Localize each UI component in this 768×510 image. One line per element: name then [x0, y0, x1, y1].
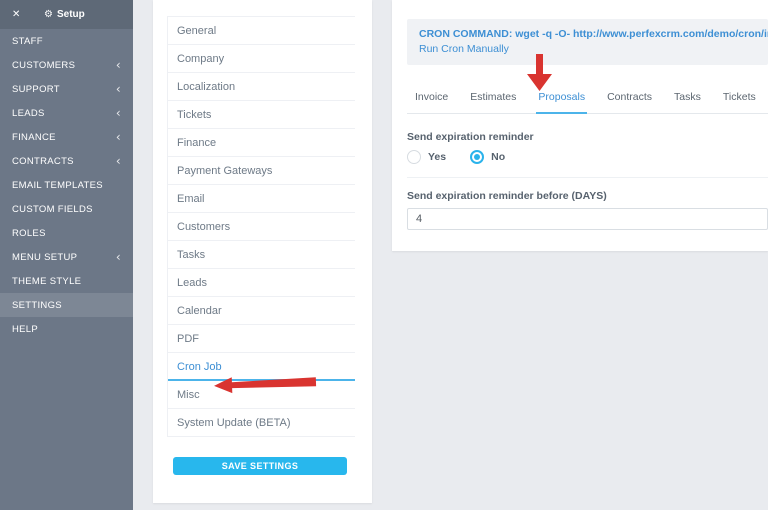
radio-yes-circle[interactable] [407, 150, 421, 164]
expiration-reminder-radio-group: Yes No [407, 150, 768, 164]
sidebar-item-customers[interactable]: CUSTOMERS ‹ [0, 53, 133, 77]
sidebar-item-contracts[interactable]: CONTRACTS ‹ [0, 149, 133, 173]
gear-icon: ⚙ [44, 8, 53, 20]
settings-menu-item-tickets[interactable]: Tickets [168, 101, 355, 129]
sidebar-item-label: CUSTOM FIELDS [12, 203, 93, 215]
cron-tabs: Invoice Estimates Proposals Contracts Ta… [407, 87, 768, 114]
sidebar-item-label: THEME STYLE [12, 275, 82, 287]
settings-menu-list: General Company Localization Tickets Fin… [167, 16, 355, 437]
settings-menu-item-company[interactable]: Company [168, 45, 355, 73]
sidebar-item-label: MENU SETUP [12, 251, 78, 263]
sidebar-item-email-templates[interactable]: EMAIL TEMPLATES [0, 173, 133, 197]
tab-tickets[interactable]: Tickets [721, 87, 758, 113]
tab-invoice[interactable]: Invoice [413, 87, 450, 113]
sidebar-item-label: FINANCE [12, 131, 56, 143]
sidebar-header: ✕ ⚙ Setup [0, 0, 133, 29]
run-cron-manually-link[interactable]: Run Cron Manually [419, 43, 509, 55]
sidebar-item-help[interactable]: HELP [0, 317, 133, 341]
settings-menu-item-calendar[interactable]: Calendar [168, 297, 355, 325]
settings-menu-item-pdf[interactable]: PDF [168, 325, 355, 353]
settings-menu-card: General Company Localization Tickets Fin… [153, 0, 372, 503]
radio-yes-label: Yes [428, 151, 447, 163]
chevron-left-icon: ‹ [115, 58, 121, 72]
sidebar-item-staff[interactable]: STAFF [0, 29, 133, 53]
chevron-left-icon: ‹ [115, 130, 121, 144]
settings-menu-item-system-update[interactable]: System Update (BETA) [168, 409, 355, 437]
cron-command-box: CRON COMMAND: wget -q -O- http://www.per… [407, 19, 768, 65]
chevron-left-icon: ‹ [115, 154, 121, 168]
sidebar-item-roles[interactable]: ROLES [0, 221, 133, 245]
settings-menu-item-cron-job[interactable]: Cron Job [168, 353, 355, 381]
sidebar-item-leads[interactable]: LEADS ‹ [0, 101, 133, 125]
tab-contracts[interactable]: Contracts [605, 87, 654, 113]
form-divider [407, 177, 768, 178]
sidebar-item-theme-style[interactable]: THEME STYLE [0, 269, 133, 293]
reminder-days-input[interactable] [407, 208, 768, 230]
radio-no[interactable]: No [470, 150, 505, 164]
save-settings-button[interactable]: SAVE SETTINGS [173, 457, 347, 475]
sidebar-item-custom-fields[interactable]: CUSTOM FIELDS [0, 197, 133, 221]
settings-menu-item-tasks[interactable]: Tasks [168, 241, 355, 269]
settings-menu-item-misc[interactable]: Misc [168, 381, 355, 409]
settings-menu-item-leads[interactable]: Leads [168, 269, 355, 297]
tab-estimates[interactable]: Estimates [468, 87, 518, 113]
settings-menu-item-localization[interactable]: Localization [168, 73, 355, 101]
sidebar-item-menu-setup[interactable]: MENU SETUP ‹ [0, 245, 133, 269]
radio-no-label: No [491, 151, 506, 163]
sidebar-item-label: SETTINGS [12, 299, 62, 311]
chevron-left-icon: ‹ [115, 106, 121, 120]
settings-menu-item-general[interactable]: General [168, 17, 355, 45]
radio-selected-dot [474, 154, 481, 160]
radio-no-circle[interactable] [470, 150, 485, 164]
sidebar-item-label: CUSTOMERS [12, 59, 76, 71]
settings-menu-item-customers[interactable]: Customers [168, 213, 355, 241]
sidebar-item-settings[interactable]: SETTINGS [0, 293, 133, 317]
sidebar-title: ⚙ Setup [44, 9, 85, 20]
chevron-left-icon: ‹ [115, 82, 121, 96]
cron-settings-card: CRON COMMAND: wget -q -O- http://www.per… [392, 0, 768, 251]
tab-tasks[interactable]: Tasks [672, 87, 703, 113]
sidebar-item-label: CONTRACTS [12, 155, 74, 167]
settings-menu-item-finance[interactable]: Finance [168, 129, 355, 157]
sidebar-item-finance[interactable]: FINANCE ‹ [0, 125, 133, 149]
expiration-reminder-label: Send expiration reminder [407, 131, 534, 143]
sidebar-item-label: LEADS [12, 107, 45, 119]
settings-menu-item-email[interactable]: Email [168, 185, 355, 213]
sidebar-item-support[interactable]: SUPPORT ‹ [0, 77, 133, 101]
sidebar-title-label: Setup [56, 9, 85, 20]
close-icon[interactable]: ✕ [12, 9, 34, 20]
sidebar-item-label: HELP [12, 323, 39, 335]
setup-sidebar: ✕ ⚙ Setup STAFF CUSTOMERS ‹ SUPPORT ‹ LE… [0, 0, 133, 510]
sidebar-item-label: STAFF [12, 35, 43, 47]
sidebar-item-label: ROLES [12, 227, 46, 239]
settings-menu-item-payment-gateways[interactable]: Payment Gateways [168, 157, 355, 185]
cron-command-text: CRON COMMAND: wget -q -O- http://www.per… [419, 28, 768, 40]
sidebar-item-label: EMAIL TEMPLATES [12, 179, 103, 191]
chevron-left-icon: ‹ [115, 250, 121, 264]
sidebar-item-label: SUPPORT [12, 83, 60, 95]
radio-yes[interactable]: Yes [407, 150, 446, 164]
reminder-days-label: Send expiration reminder before (DAYS) [407, 190, 607, 202]
tab-proposals[interactable]: Proposals [536, 87, 588, 114]
